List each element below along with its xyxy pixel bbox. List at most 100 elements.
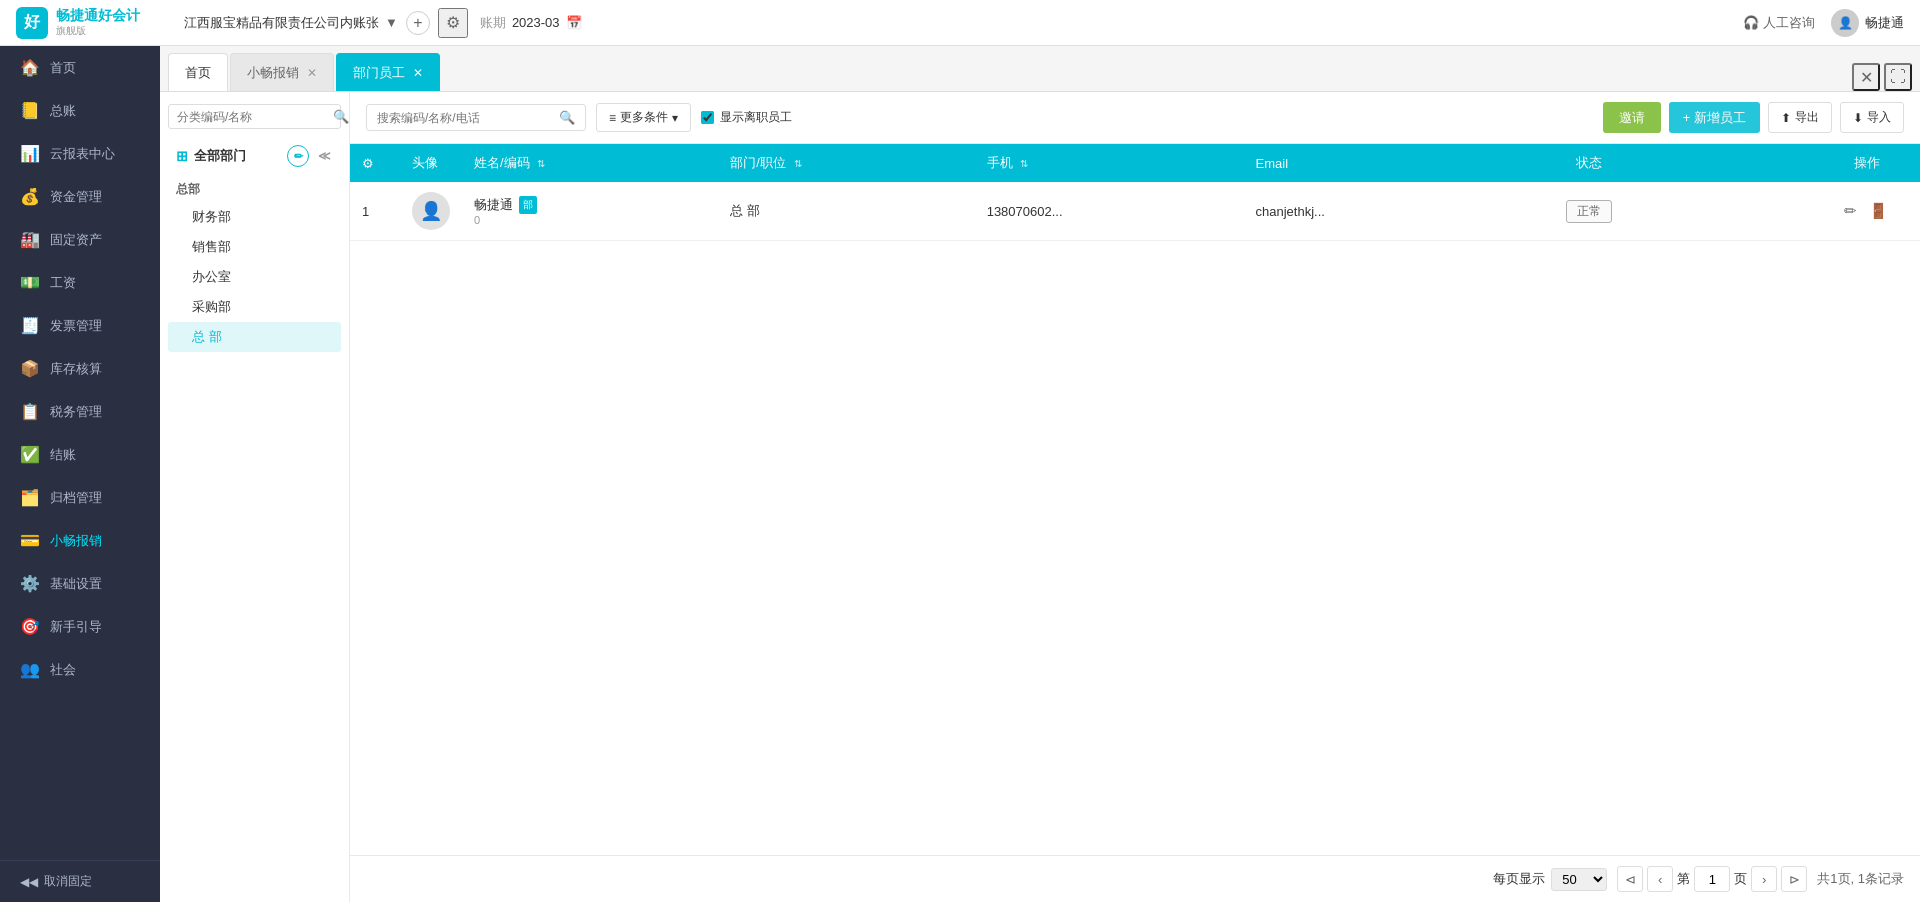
dept-item-general[interactable]: 总 部 [168,322,341,352]
salary-icon: 💵 [20,273,40,292]
export-icon: ⬆ [1781,111,1791,125]
show-resigned-toggle[interactable]: 显示离职员工 [701,109,792,126]
import-button[interactable]: ⬇ 导入 [1840,102,1904,133]
sidebar-item-settle[interactable]: ✅ 结账 [0,433,160,476]
page-word: 第 [1677,870,1690,888]
more-filters-button[interactable]: ≡ 更多条件 ▾ [596,103,691,132]
sidebar-item-home[interactable]: 🏠 首页 [0,46,160,89]
employee-toolbar: 🔍 ≡ 更多条件 ▾ 显示离职员工 邀请 + [350,92,1920,144]
col-email: Email [1244,144,1495,182]
sidebar-item-xiaochang[interactable]: 💳 小畅报销 [0,519,160,562]
group-icon: 👥 [20,660,40,679]
period-selector[interactable]: 账期 2023-03 📅 [480,14,582,32]
col-name-code[interactable]: 姓名/编码 ⇅ [462,144,718,182]
user-menu[interactable]: 👤 畅捷通 [1831,9,1904,37]
col-status: 状态 [1495,144,1683,182]
export-label: 导出 [1795,109,1819,126]
show-resigned-checkbox[interactable] [701,111,714,124]
per-page-selector[interactable]: 每页显示 10 20 50 100 [1493,868,1607,891]
col-phone[interactable]: 手机 ⇅ [975,144,1244,182]
page-total-label: 共1页, 1条记录 [1817,870,1904,888]
dept-search-bar[interactable]: 🔍 [168,104,341,129]
content-area: 首页 小畅报销 ✕ 部门员工 ✕ ✕ ⛶ [160,46,1920,902]
sidebar-item-label: 云报表中心 [50,145,115,163]
tab-xiaochang-close-icon[interactable]: ✕ [307,66,317,80]
sidebar-item-label: 资金管理 [50,188,102,206]
invite-button[interactable]: 邀请 [1603,102,1661,133]
employee-panel: 🔍 ≡ 更多条件 ▾ 显示离职员工 邀请 + [350,92,1920,902]
sort-arrows-icon: ⇅ [794,158,802,169]
row-no: 1 [350,182,400,241]
sidebar-item-inventory[interactable]: 📦 库存核算 [0,347,160,390]
add-employee-button[interactable]: + 新增员工 [1669,102,1760,133]
sidebar-item-general[interactable]: 📒 总账 [0,89,160,132]
per-page-label: 每页显示 [1493,870,1545,888]
sidebar-item-label: 结账 [50,446,76,464]
first-page-button[interactable]: ⊲ [1617,866,1643,892]
prev-page-button[interactable]: ‹ [1647,866,1673,892]
sidebar-item-assets[interactable]: 🏭 固定资产 [0,218,160,261]
sidebar-item-archive[interactable]: 🗂️ 归档管理 [0,476,160,519]
all-departments-item[interactable]: ⊞ 全部部门 ✏ ≪ [168,139,341,173]
export-button[interactable]: ⬆ 导出 [1768,102,1832,133]
search-icon: 🔍 [559,110,575,125]
dept-item-finance[interactable]: 财务部 [168,202,341,232]
sidebar-item-guide[interactable]: 🎯 新手引导 [0,605,160,648]
app-subtitle: 旗舰版 [56,24,140,38]
employee-search-input[interactable] [377,111,559,125]
tab-home[interactable]: 首页 [168,53,228,91]
tab-employees[interactable]: 部门员工 ✕ [336,53,440,91]
import-label: 导入 [1867,109,1891,126]
dept-search-input[interactable] [177,110,327,124]
company-name: 江西服宝精品有限责任公司内账张 [184,14,379,32]
app-title: 畅捷通好会计 [56,7,140,24]
tab-employees-close-icon[interactable]: ✕ [413,66,423,80]
row-dept: 总 部 [718,182,974,241]
sidebar-item-salary[interactable]: 💵 工资 [0,261,160,304]
consult-button[interactable]: 🎧 人工咨询 [1743,14,1815,32]
col-settings[interactable]: ⚙ [350,144,400,182]
unpin-button[interactable]: ◀◀ 取消固定 [0,860,160,902]
logout-icon[interactable]: 🚪 [1869,202,1888,220]
employee-search-bar[interactable]: 🔍 [366,104,586,131]
tab-employees-label: 部门员工 [353,64,405,82]
sidebar-item-tax[interactable]: 📋 税务管理 [0,390,160,433]
close-tab-button[interactable]: ✕ [1852,63,1880,91]
book-icon: 📒 [20,101,40,120]
edit-icon[interactable]: ✏ [1844,202,1857,220]
row-phone: 138070602... [975,182,1244,241]
invoice-icon: 🧾 [20,316,40,335]
add-company-button[interactable]: + [406,11,430,35]
show-resigned-label: 显示离职员工 [720,109,792,126]
page-number-input[interactable] [1694,866,1730,892]
sidebar-item-invoice[interactable]: 🧾 发票管理 [0,304,160,347]
box-icon: 📦 [20,359,40,378]
sidebar-item-label: 总账 [50,102,76,120]
dept-item-purchase[interactable]: 采购部 [168,292,341,322]
dept-item-office[interactable]: 办公室 [168,262,341,292]
tab-xiaochang[interactable]: 小畅报销 ✕ [230,53,334,91]
page-label: 页 [1734,870,1747,888]
last-page-button[interactable]: ⊳ [1781,866,1807,892]
sidebar-item-funds[interactable]: 💰 资金管理 [0,175,160,218]
col-no: 头像 [400,144,462,182]
company-selector[interactable]: 江西服宝精品有限责任公司内账张 ▼ [184,14,398,32]
employee-name-group: 畅捷通 部 [474,196,706,214]
dept-tree: 总部 财务部 销售部 办公室 采购部 总 部 [168,177,341,890]
per-page-select[interactable]: 10 20 50 100 [1551,868,1607,891]
dept-item-sales[interactable]: 销售部 [168,232,341,262]
next-page-button[interactable]: › [1751,866,1777,892]
headset-icon: 🎧 [1743,15,1759,30]
sidebar-item-label: 小畅报销 [50,532,102,550]
employee-avatar: 👤 [412,192,450,230]
card-icon: 💳 [20,531,40,550]
sidebar-item-reports[interactable]: 📊 云报表中心 [0,132,160,175]
sidebar-item-settings[interactable]: ⚙️ 基础设置 [0,562,160,605]
user-avatar: 👤 [1831,9,1859,37]
sidebar-item-more[interactable]: 👥 社会 [0,648,160,691]
dept-edit-button[interactable]: ✏ [287,145,309,167]
maximize-tab-button[interactable]: ⛶ [1884,63,1912,91]
settings-icon[interactable]: ⚙ [438,8,468,38]
col-dept-position[interactable]: 部门/职位 ⇅ [718,144,974,182]
collapse-panel-button[interactable]: ≪ [315,147,333,165]
